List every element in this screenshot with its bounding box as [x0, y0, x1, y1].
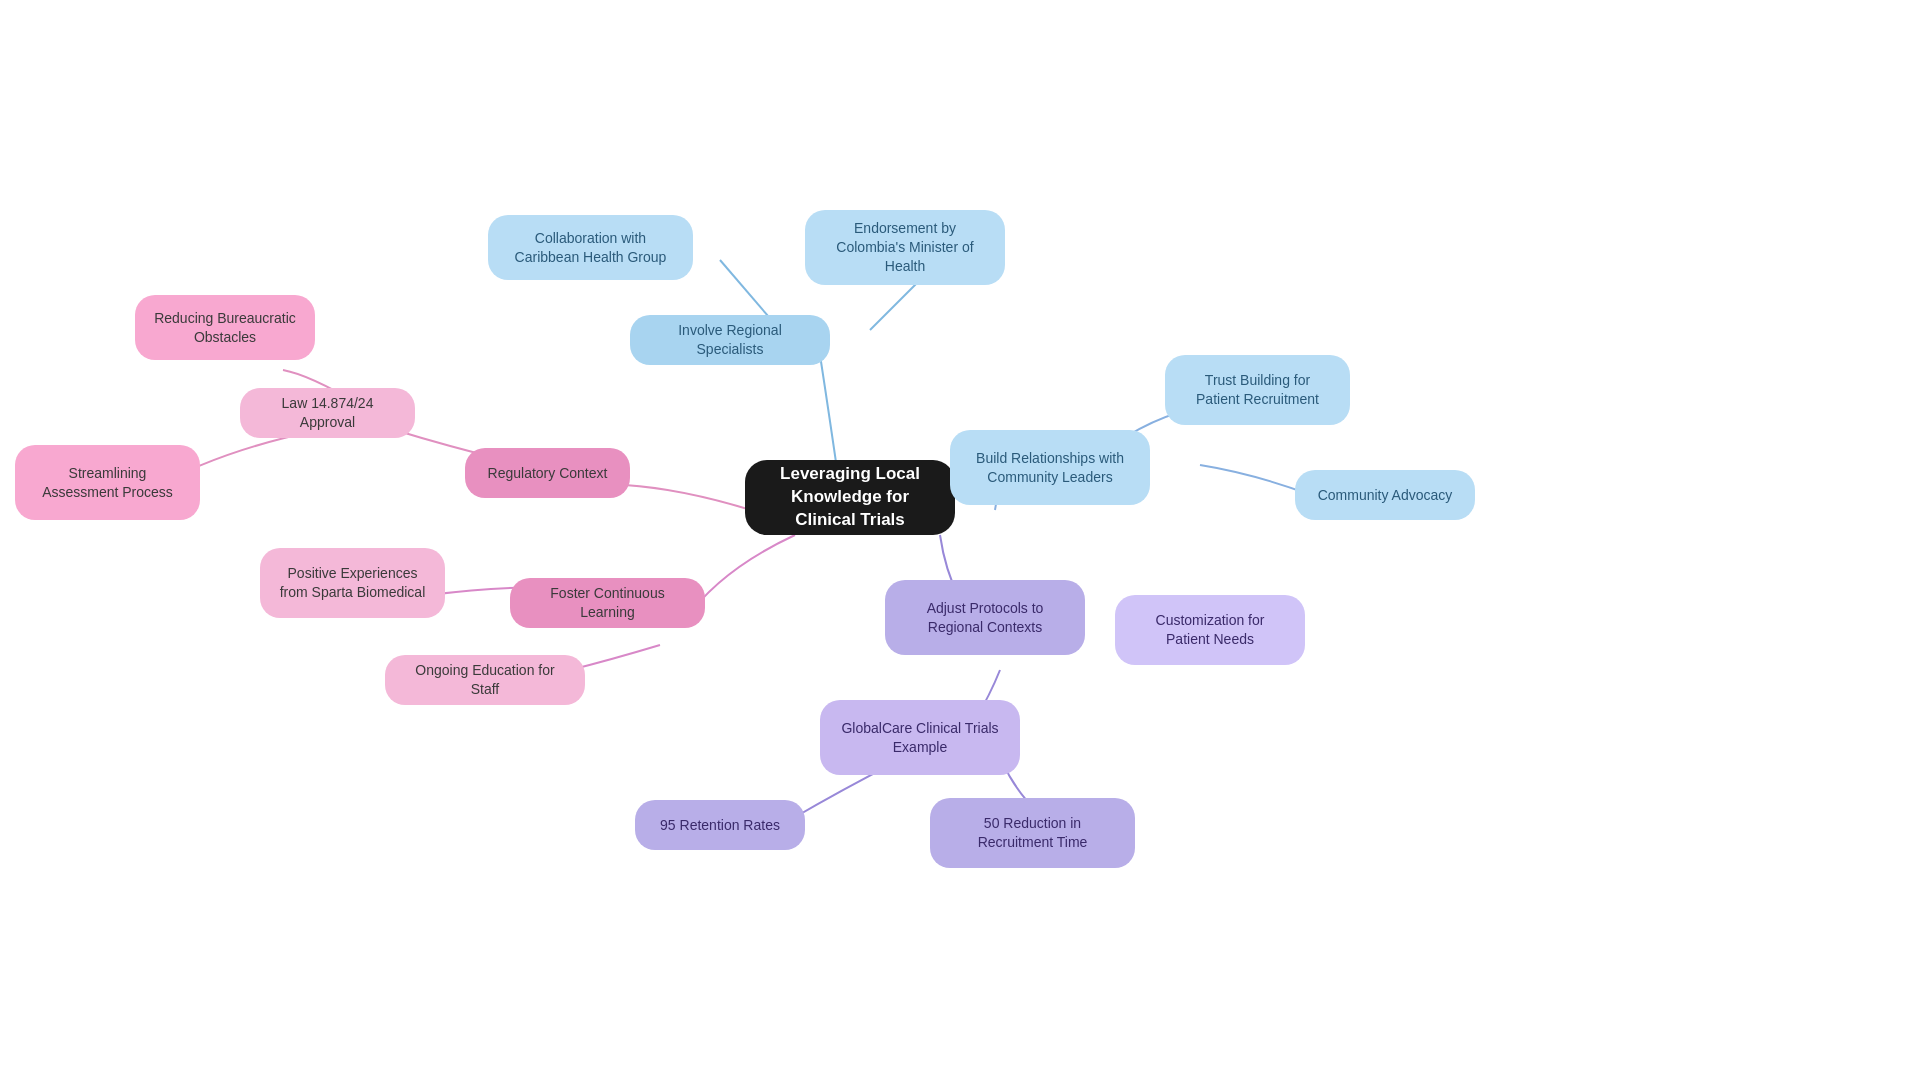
- law-approval-node: Law 14.874/24 Approval: [240, 388, 415, 438]
- globalcare-node: GlobalCare Clinical Trials Example: [820, 700, 1020, 775]
- reduction-recruitment-node: 50 Reduction in Recruitment Time: [930, 798, 1135, 868]
- foster-continuous-node: Foster Continuous Learning: [510, 578, 705, 628]
- retention-rates-node: 95 Retention Rates: [635, 800, 805, 850]
- trust-building-node: Trust Building for Patient Recruitment: [1165, 355, 1350, 425]
- build-relationships-node: Build Relationships with Community Leade…: [950, 430, 1150, 505]
- adjust-protocols-node: Adjust Protocols to Regional Contexts: [885, 580, 1085, 655]
- community-advocacy-node: Community Advocacy: [1295, 470, 1475, 520]
- endorsement-colombia-node: Endorsement by Colombia's Minister of He…: [805, 210, 1005, 285]
- regulatory-context-node: Regulatory Context: [465, 448, 630, 498]
- positive-experiences-node: Positive Experiences from Sparta Biomedi…: [260, 548, 445, 618]
- involve-regional-node: Involve Regional Specialists: [630, 315, 830, 365]
- customization-node: Customization for Patient Needs: [1115, 595, 1305, 665]
- reducing-bureaucratic-node: Reducing Bureaucratic Obstacles: [135, 295, 315, 360]
- ongoing-education-node: Ongoing Education for Staff: [385, 655, 585, 705]
- collaboration-caribbean-node: Collaboration with Caribbean Health Grou…: [488, 215, 693, 280]
- center-node: Leveraging Local Knowledge for Clinical …: [745, 460, 955, 535]
- streamlining-node: Streamlining Assessment Process: [15, 445, 200, 520]
